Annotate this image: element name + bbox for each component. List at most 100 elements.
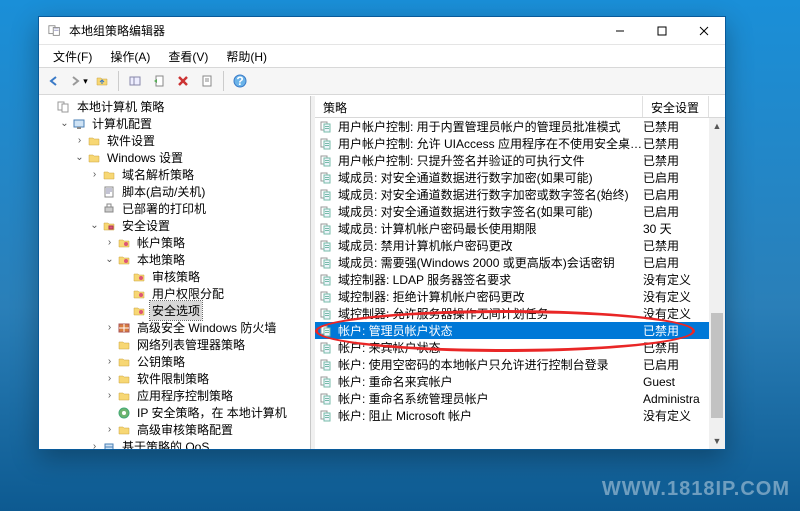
policy-row[interactable]: 帐户: 阻止 Microsoft 帐户没有定义 xyxy=(315,407,725,424)
policy-row[interactable]: 用户帐户控制: 用于内置管理员帐户的管理员批准模式已禁用 xyxy=(315,118,725,135)
tree-software-settings[interactable]: ›软件设置 xyxy=(43,132,310,149)
folder-icon xyxy=(116,371,132,387)
policy-row[interactable]: 帐户: 管理员帐户状态已禁用 xyxy=(315,322,725,339)
tree-public-key[interactable]: ›公钥策略 xyxy=(43,353,310,370)
tree-local-policies[interactable]: ⌄本地策略 xyxy=(43,251,310,268)
policy-name: 域成员: 计算机帐户密码最长使用期限 xyxy=(338,220,643,237)
properties-button[interactable] xyxy=(196,70,218,92)
policy-value: 已启用 xyxy=(643,254,709,271)
policy-row[interactable]: 帐户: 使用空密码的本地帐户只允许进行控制台登录已启用 xyxy=(315,356,725,373)
tree-audit-policy[interactable]: ▶审核策略 xyxy=(43,268,310,285)
gpedit-window: 本地组策略编辑器 文件(F) 操作(A) 查看(V) 帮助(H) ▾ ? ▶本地… xyxy=(38,16,726,450)
menu-file[interactable]: 文件(F) xyxy=(45,46,100,67)
list-pane: 策略 安全设置 用户帐户控制: 用于内置管理员帐户的管理员批准模式已禁用用户帐户… xyxy=(315,96,725,449)
folder-icon xyxy=(101,167,117,183)
tree-policy-qos[interactable]: ›基于策略的 QoS xyxy=(43,438,310,449)
tree-ipsec[interactable]: ▶IP 安全策略，在 本地计算机 xyxy=(43,404,310,421)
policy-row[interactable]: 帐户: 来宾帐户状态已禁用 xyxy=(315,339,725,356)
tree-adv-audit[interactable]: ›高级审核策略配置 xyxy=(43,421,310,438)
toolbar-separator xyxy=(223,71,224,91)
policy-icon xyxy=(319,358,335,372)
tree-computer-config[interactable]: ⌄计算机配置 xyxy=(43,115,310,132)
ipsec-icon xyxy=(116,405,132,421)
forward-button[interactable]: ▾ xyxy=(67,70,89,92)
toolbar: ▾ ? xyxy=(39,67,725,95)
help-button[interactable]: ? xyxy=(229,70,251,92)
tree-name-resolution[interactable]: ›域名解析策略 xyxy=(43,166,310,183)
policy-row[interactable]: 域成员: 对安全通道数据进行数字加密或数字签名(始终)已启用 xyxy=(315,186,725,203)
policy-name: 域控制器: 拒绝计算机帐户密码更改 xyxy=(338,288,643,305)
titlebar[interactable]: 本地组策略编辑器 xyxy=(39,17,725,45)
close-button[interactable] xyxy=(683,17,725,44)
tree-security-settings[interactable]: ⌄安全设置 xyxy=(43,217,310,234)
list-header: 策略 安全设置 xyxy=(315,96,725,118)
policy-value: 已禁用 xyxy=(643,237,709,254)
policy-row[interactable]: 域控制器: LDAP 服务器签名要求没有定义 xyxy=(315,271,725,288)
tree-software-restrict[interactable]: ›软件限制策略 xyxy=(43,370,310,387)
policy-icon xyxy=(319,120,335,134)
policy-icon xyxy=(319,392,335,406)
scroll-up-button[interactable]: ▲ xyxy=(709,118,725,134)
vertical-scrollbar[interactable]: ▲ ▼ xyxy=(709,118,725,449)
policy-name: 用户帐户控制: 只提升签名并验证的可执行文件 xyxy=(338,152,643,169)
policy-folder-icon xyxy=(116,235,132,251)
policy-icon xyxy=(319,273,335,287)
tree-app-control[interactable]: ›应用程序控制策略 xyxy=(43,387,310,404)
policy-value: 没有定义 xyxy=(643,288,709,305)
tree-account-policies[interactable]: ›帐户策略 xyxy=(43,234,310,251)
policy-value: 已启用 xyxy=(643,186,709,203)
policy-value: 已启用 xyxy=(643,356,709,373)
export-button[interactable] xyxy=(148,70,170,92)
policy-row[interactable]: 用户帐户控制: 允许 UIAccess 应用程序在不使用安全桌面...已禁用 xyxy=(315,135,725,152)
tree-windows-settings[interactable]: ⌄Windows 设置 xyxy=(43,149,310,166)
menu-action[interactable]: 操作(A) xyxy=(102,46,158,67)
policy-row[interactable]: 域成员: 需要强(Windows 2000 或更高版本)会话密钥已启用 xyxy=(315,254,725,271)
policy-value: 已禁用 xyxy=(643,152,709,169)
scroll-down-button[interactable]: ▼ xyxy=(709,433,725,449)
policy-value: 没有定义 xyxy=(643,407,709,424)
policy-row[interactable]: 帐户: 重命名系统管理员帐户Administra xyxy=(315,390,725,407)
header-policy[interactable]: 策略 xyxy=(315,96,643,117)
tree-security-options[interactable]: ▶安全选项 xyxy=(43,302,310,319)
policy-name: 用户帐户控制: 允许 UIAccess 应用程序在不使用安全桌面... xyxy=(338,135,643,152)
tree-pane[interactable]: ▶本地计算机 策略 ⌄计算机配置 ›软件设置 ⌄Windows 设置 ›域名解析… xyxy=(39,96,311,449)
folder-icon xyxy=(86,150,102,166)
policy-value: Guest xyxy=(643,375,709,389)
policy-row[interactable]: 域成员: 对安全通道数据进行数字签名(如果可能)已启用 xyxy=(315,203,725,220)
policy-row[interactable]: 帐户: 重命名来宾帐户Guest xyxy=(315,373,725,390)
app-icon xyxy=(47,23,63,39)
tree-root[interactable]: ▶本地计算机 策略 xyxy=(43,98,310,115)
policy-name: 帐户: 阻止 Microsoft 帐户 xyxy=(338,407,643,424)
header-security-setting[interactable]: 安全设置 xyxy=(643,96,709,117)
folder-icon xyxy=(116,388,132,404)
policy-row[interactable]: 域成员: 计算机帐户密码最长使用期限30 天 xyxy=(315,220,725,237)
policy-row[interactable]: 域控制器: 拒绝计算机帐户密码更改没有定义 xyxy=(315,288,725,305)
policy-icon xyxy=(319,239,335,253)
mmc-icon xyxy=(56,99,72,115)
menu-view[interactable]: 查看(V) xyxy=(160,46,216,67)
tree-adv-firewall[interactable]: ›高级安全 Windows 防火墙 xyxy=(43,319,310,336)
policy-name: 帐户: 使用空密码的本地帐户只允许进行控制台登录 xyxy=(338,356,643,373)
show-hide-tree-button[interactable] xyxy=(124,70,146,92)
policy-row[interactable]: 域成员: 对安全通道数据进行数字加密(如果可能)已启用 xyxy=(315,169,725,186)
policy-folder-icon xyxy=(131,286,147,302)
tree-netlist[interactable]: ▶网络列表管理器策略 xyxy=(43,336,310,353)
tree-scripts[interactable]: ▶脚本(启动/关机) xyxy=(43,183,310,200)
policy-row[interactable]: 域控制器: 允许服务器操作无间计划任务没有定义 xyxy=(315,305,725,322)
tree-user-rights[interactable]: ▶用户权限分配 xyxy=(43,285,310,302)
policy-name: 域成员: 对安全通道数据进行数字加密或数字签名(始终) xyxy=(338,186,643,203)
minimize-button[interactable] xyxy=(599,17,641,44)
scroll-thumb[interactable] xyxy=(711,313,723,418)
back-button[interactable] xyxy=(43,70,65,92)
menu-help[interactable]: 帮助(H) xyxy=(218,46,275,67)
policy-icon xyxy=(319,324,335,338)
maximize-button[interactable] xyxy=(641,17,683,44)
up-button[interactable] xyxy=(91,70,113,92)
policy-row[interactable]: 用户帐户控制: 只提升签名并验证的可执行文件已禁用 xyxy=(315,152,725,169)
policy-name: 域成员: 需要强(Windows 2000 或更高版本)会话密钥 xyxy=(338,254,643,271)
policy-row[interactable]: 域成员: 禁用计算机帐户密码更改已禁用 xyxy=(315,237,725,254)
policy-icon xyxy=(319,154,335,168)
list-body[interactable]: 用户帐户控制: 用于内置管理员帐户的管理员批准模式已禁用用户帐户控制: 允许 U… xyxy=(315,118,725,449)
tree-printers[interactable]: ▶已部署的打印机 xyxy=(43,200,310,217)
delete-button[interactable] xyxy=(172,70,194,92)
